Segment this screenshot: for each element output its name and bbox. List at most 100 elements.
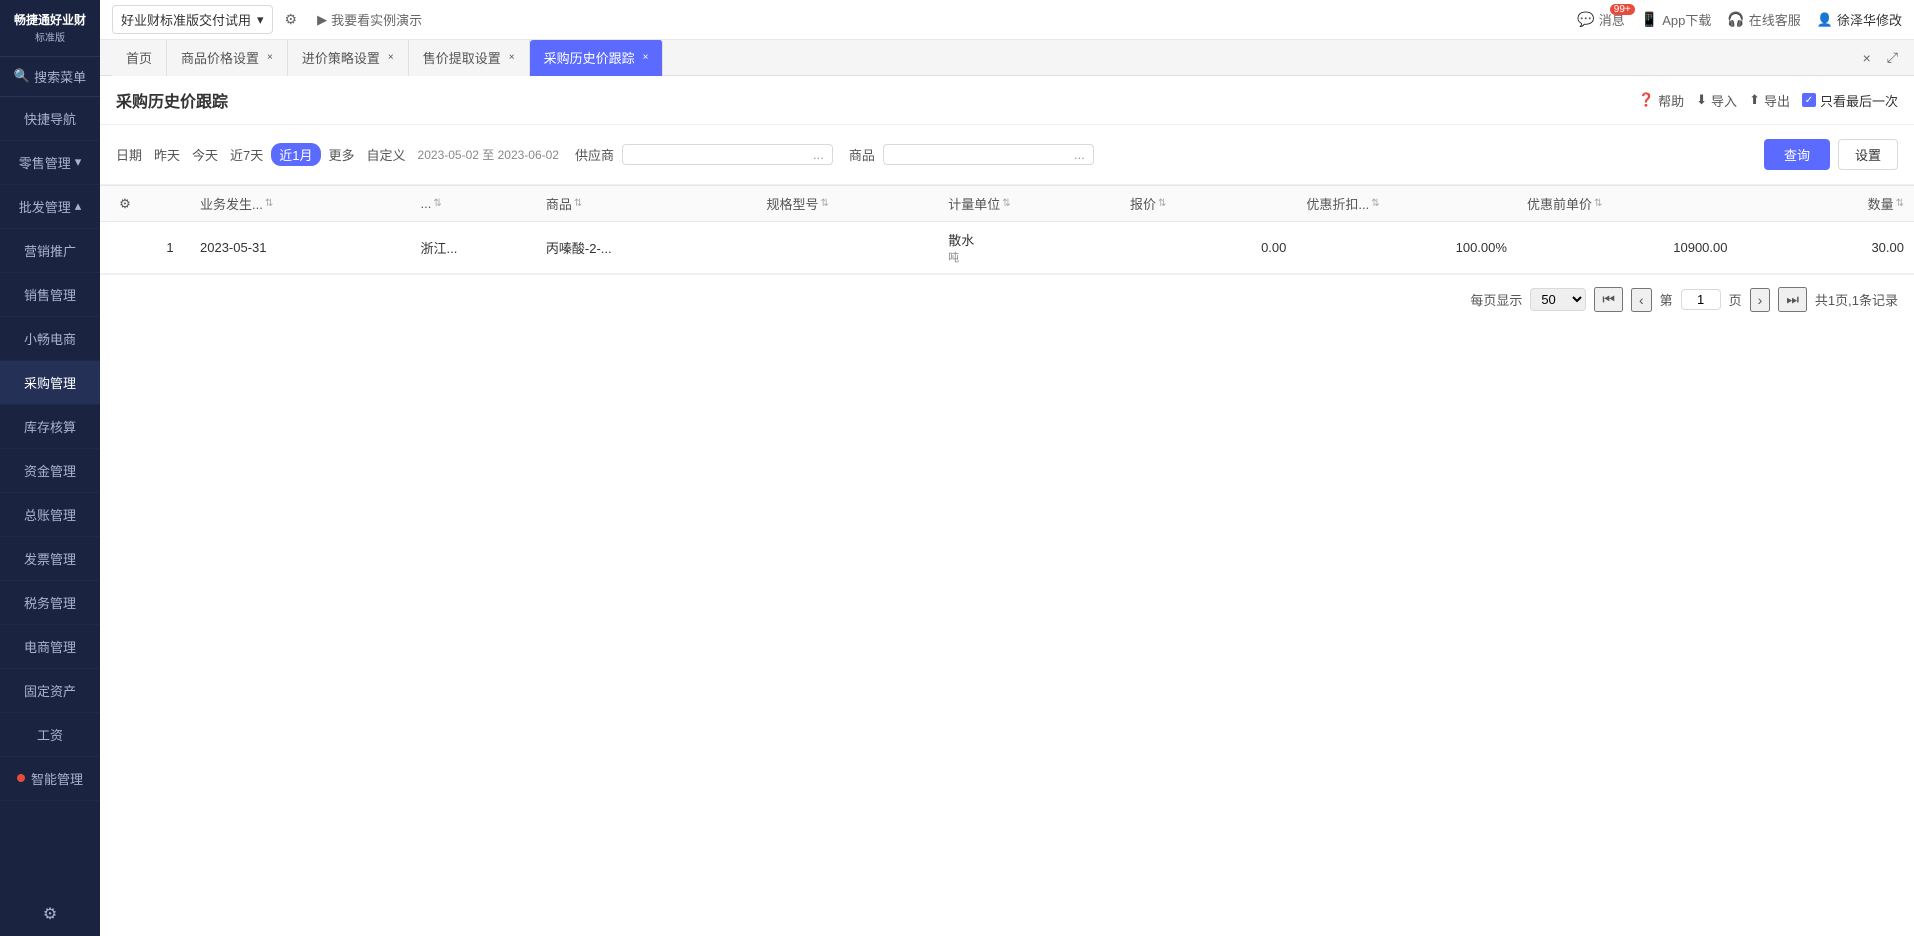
- tab-home-label: 首页: [126, 48, 152, 67]
- product-input[interactable]: [892, 147, 1068, 162]
- messages-btn[interactable]: 💬 消息 99+: [1577, 10, 1624, 29]
- product-dots[interactable]: ...: [1074, 147, 1085, 162]
- page-text: 第: [1660, 290, 1673, 309]
- sidebar-item-purchase[interactable]: 采购管理: [0, 361, 100, 405]
- tabs-bar: 首页 商品价格设置 × 进价策略设置 × 售价提取设置 × 采购历史价跟踪 × …: [100, 40, 1914, 76]
- sidebar-item-smart[interactable]: 智能管理: [0, 757, 100, 801]
- sidebar-item-ecommerce-small[interactable]: 小畅电商: [0, 317, 100, 361]
- th-unit[interactable]: 计量单位 ⇅: [938, 186, 1120, 222]
- tab-cost-strategy-close[interactable]: ×: [388, 52, 394, 63]
- supplier-dots[interactable]: ...: [813, 147, 824, 162]
- wholesale-label: 批发管理: [19, 197, 71, 216]
- page-number-input[interactable]: [1681, 289, 1721, 310]
- date-btn-custom[interactable]: 自定义: [363, 143, 410, 166]
- settings-button[interactable]: 设置: [1838, 139, 1898, 170]
- sidebar-item-retail[interactable]: 零售管理 ▾: [0, 141, 100, 185]
- user-icon: 👤: [1817, 12, 1833, 28]
- th-price[interactable]: 报价 ⇅: [1120, 186, 1296, 222]
- logo-sub: 标准版: [8, 29, 92, 44]
- chevron-down-icon: ▾: [257, 12, 264, 28]
- inventory-label: 库存核算: [24, 420, 76, 435]
- sidebar-item-inventory[interactable]: 库存核算: [0, 405, 100, 449]
- table-row[interactable]: 1 2023-05-31 浙江... 丙嗪酸-2-... 散水吨 0.00 10…: [100, 222, 1914, 274]
- date-btn-7days[interactable]: 近7天: [226, 143, 267, 166]
- sidebar-item-finance[interactable]: 资金管理: [0, 449, 100, 493]
- th-spec[interactable]: 规格型号 ⇅: [756, 186, 938, 222]
- only-last-checkbox[interactable]: ✓ 只看最后一次: [1802, 91, 1898, 110]
- supplier-label: 供应商: [575, 145, 614, 164]
- window-close-btn[interactable]: ×: [1859, 48, 1875, 68]
- sidebar-item-tax[interactable]: 税务管理: [0, 581, 100, 625]
- page-next-btn[interactable]: ›: [1750, 288, 1771, 312]
- tab-purchase-history-close[interactable]: ×: [643, 52, 649, 63]
- cell-unit: 散水吨: [938, 222, 1120, 274]
- topbar-gear-icon[interactable]: ⚙: [285, 11, 298, 28]
- sidebar-item-ledger[interactable]: 总账管理: [0, 493, 100, 537]
- product-filter-group: 商品 ...: [849, 144, 1094, 165]
- product-input-wrap[interactable]: ...: [883, 144, 1094, 165]
- sidebar-item-ecommerce[interactable]: 电商管理: [0, 625, 100, 669]
- pagination: 每页显示 10 20 50 100 ⏮ ‹ 第 页 › ⏭ 共1页,1条记录: [100, 274, 1914, 324]
- sidebar: 畅捷通好业财 标准版 🔍 搜索菜单 快捷导航 零售管理 ▾ 批发管理 ▴ 营销推…: [0, 0, 100, 936]
- demo-link[interactable]: ▶ 我要看实例演示: [317, 10, 422, 29]
- date-btn-more[interactable]: 更多: [325, 143, 359, 166]
- per-page-select[interactable]: 10 20 50 100: [1530, 288, 1586, 311]
- tab-sale-extract[interactable]: 售价提取设置 ×: [409, 40, 530, 76]
- sidebar-item-wholesale[interactable]: 批发管理 ▴: [0, 185, 100, 229]
- import-label: 导入: [1711, 91, 1737, 110]
- tab-price-settings[interactable]: 商品价格设置 ×: [167, 40, 288, 76]
- sidebar-item-sales[interactable]: 销售管理: [0, 273, 100, 317]
- sidebar-logo: 畅捷通好业财 标准版: [0, 0, 100, 57]
- tab-sale-extract-close[interactable]: ×: [509, 52, 515, 63]
- tab-cost-strategy[interactable]: 进价策略设置 ×: [288, 40, 409, 76]
- supplier-input-wrap[interactable]: ...: [622, 144, 833, 165]
- page-first-btn[interactable]: ⏮: [1594, 287, 1623, 312]
- import-btn[interactable]: ⬇ 导入: [1696, 91, 1737, 110]
- supplier-filter-group: 供应商 ...: [575, 144, 833, 165]
- checkbox-icon: ✓: [1802, 93, 1816, 107]
- username-label: 徐泽华修改: [1837, 10, 1902, 29]
- page-last-btn[interactable]: ⏭: [1778, 287, 1807, 312]
- th-orig-price[interactable]: 优惠前单价 ⇅: [1517, 186, 1738, 222]
- sidebar-item-payroll[interactable]: 工资: [0, 713, 100, 757]
- date-btn-today[interactable]: 今天: [188, 143, 222, 166]
- th-dots[interactable]: ... ⇅: [411, 186, 536, 222]
- supplier-input[interactable]: [631, 147, 807, 162]
- date-range-text: 2023-05-02 至 2023-06-02: [418, 146, 559, 163]
- th-product[interactable]: 商品 ⇅: [536, 186, 757, 222]
- message-icon: 💬: [1577, 11, 1594, 28]
- date-btn-yesterday[interactable]: 昨天: [150, 143, 184, 166]
- sidebar-search-btn[interactable]: 🔍 搜索菜单: [0, 57, 100, 97]
- help-btn[interactable]: ❓ 帮助: [1638, 91, 1684, 110]
- cell-discount: 100.00%: [1296, 222, 1517, 274]
- smart-label: 智能管理: [31, 769, 83, 788]
- tab-price-settings-close[interactable]: ×: [267, 52, 273, 63]
- sidebar-item-assets[interactable]: 固定资产: [0, 669, 100, 713]
- sidebar-item-invoice[interactable]: 发票管理: [0, 537, 100, 581]
- purchase-label: 采购管理: [24, 376, 76, 391]
- online-service-btn[interactable]: 🎧 在线客服: [1727, 10, 1800, 29]
- th-quantity[interactable]: 数量 ⇅: [1737, 186, 1914, 222]
- page-prev-btn[interactable]: ‹: [1631, 288, 1652, 312]
- data-table: ⚙ 业务发生... ⇅ ... ⇅: [100, 185, 1914, 274]
- topbar: 好业财标准版交付试用 ▾ ⚙ ▶ 我要看实例演示 💬 消息 99+ 📱 App下…: [100, 0, 1914, 40]
- sidebar-item-marketing[interactable]: 营销推广: [0, 229, 100, 273]
- user-menu[interactable]: 👤 徐泽华修改: [1817, 10, 1902, 29]
- th-date[interactable]: 业务发生... ⇅: [190, 186, 411, 222]
- sort-icon-spec: ⇅: [820, 198, 828, 209]
- tab-purchase-history[interactable]: 采购历史价跟踪 ×: [530, 40, 664, 76]
- tab-home[interactable]: 首页: [112, 40, 167, 76]
- version-selector[interactable]: 好业财标准版交付试用 ▾: [112, 5, 273, 34]
- window-expand-btn[interactable]: ⤢: [1883, 47, 1902, 68]
- export-btn[interactable]: ⬆ 导出: [1749, 91, 1790, 110]
- retail-label: 零售管理: [19, 153, 71, 172]
- th-gear[interactable]: ⚙: [100, 186, 150, 222]
- th-orig-price-label: 优惠前单价: [1527, 194, 1592, 213]
- date-btn-1month[interactable]: 近1月: [271, 143, 320, 166]
- app-download-btn[interactable]: 📱 App下载: [1641, 10, 1712, 29]
- query-button[interactable]: 查询: [1764, 139, 1830, 170]
- sidebar-quick-nav[interactable]: 快捷导航: [0, 97, 100, 141]
- th-discount[interactable]: 优惠折扣... ⇅: [1296, 186, 1517, 222]
- settings-icon[interactable]: ⚙: [43, 906, 57, 923]
- app-download-label: App下载: [1662, 10, 1711, 29]
